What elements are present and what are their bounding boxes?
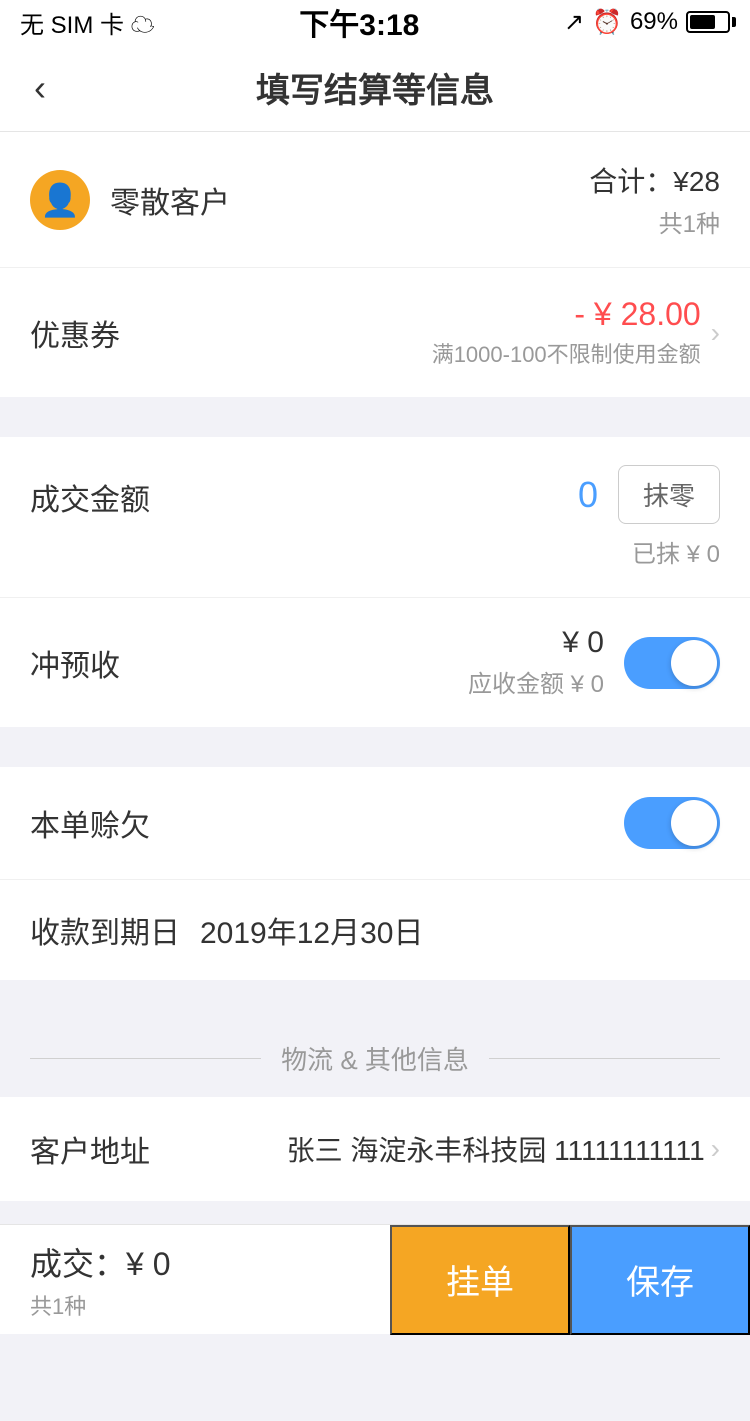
avatar-icon: 👤 [40,181,80,219]
credit-label: 本单赊欠 [30,801,150,845]
address-section: 客户地址 张三 海淀永丰科技园 11111111111 › [0,1097,750,1201]
coupon-right: - ¥ 28.00 满1000-100不限制使用金额 › [432,296,720,369]
due-date-label: 收款到期日 [30,908,180,952]
bottom-summary: 成交：¥ 0 共1种 [0,1239,390,1321]
total-count: 共1种 [589,204,720,239]
amount-label: 成交金额 [30,465,150,519]
address-chevron-icon: › [711,1133,720,1165]
advance-amount: ¥ 0 [468,626,604,660]
credit-toggle[interactable] [624,797,720,849]
advance-info: ¥ 0 应收金额 ¥ 0 [468,626,604,699]
advance-label: 冲预收 [30,641,120,685]
location-icon: ↗ [564,8,584,37]
coupon-label: 优惠券 [30,311,120,355]
status-time: 下午3:18 [299,0,419,44]
coupon-info: - ¥ 28.00 满1000-100不限制使用金额 [432,296,701,369]
advance-toggle[interactable] [624,637,720,689]
already-rounded: 已抹 ¥ 0 [30,534,720,569]
divider-2 [0,747,750,767]
customer-row: 👤 零散客户 合计：¥28 共1种 [0,132,750,267]
status-left: 无 SIM 卡 ☁ [20,5,155,40]
customer-info: 👤 零散客户 [30,170,230,230]
customer-section: 👤 零散客户 合计：¥28 共1种 优惠券 - ¥ 28.00 满1000-10… [0,132,750,397]
bottom-count: 共1种 [30,1289,360,1321]
credit-section: 本单赊欠 收款到期日 2019年12月30日 [0,767,750,980]
page-title: 填写结算等信息 [256,63,494,112]
bottom-transaction: 成交：¥ 0 [30,1239,360,1285]
bottom-transaction-label: 成交： [30,1246,126,1282]
status-bar: 无 SIM 卡 ☁ 下午3:18 ↗ ⏰ 69% [0,0,750,44]
sim-status: 无 SIM 卡 ☁ [20,5,155,40]
address-label: 客户地址 [30,1127,150,1171]
hold-button[interactable]: 挂单 [390,1225,570,1335]
alarm-icon: ⏰ [592,8,622,37]
address-value: 张三 海淀永丰科技园 11111111111 [287,1129,705,1169]
credit-toggle-knob [671,800,717,846]
battery-fill [690,15,715,29]
address-row[interactable]: 客户地址 张三 海淀永丰科技园 11111111111 › [0,1097,750,1201]
bottom-bar: 成交：¥ 0 共1种 挂单 保存 [0,1224,750,1334]
battery-icon [686,11,730,33]
advance-receivable: 应收金额 ¥ 0 [468,664,604,699]
coupon-discount: - ¥ 28.00 [432,296,701,333]
status-right: ↗ ⏰ 69% [564,8,730,37]
advance-payment-row: 冲预收 ¥ 0 应收金额 ¥ 0 [0,597,750,727]
logistics-divider: 物流 & 其他信息 [0,1020,750,1097]
toggle-knob [671,640,717,686]
coupon-description: 满1000-100不限制使用金额 [432,337,701,369]
total-amount: 合计：¥28 [589,160,720,200]
amount-row: 成交金额 0 抹零 [30,465,720,524]
nav-bar: ‹ 填写结算等信息 [0,44,750,132]
credit-row: 本单赊欠 [0,767,750,879]
advance-right: ¥ 0 应收金额 ¥ 0 [468,626,720,699]
customer-name: 零散客户 [110,178,230,222]
chevron-right-icon: › [711,317,720,349]
due-date-value: 2019年12月30日 [200,908,423,952]
divider-1 [0,417,750,437]
avatar: 👤 [30,170,90,230]
round-button[interactable]: 抹零 [618,465,720,524]
bottom-transaction-value: ¥ 0 [126,1246,170,1282]
amount-value: 0 [578,474,598,516]
amount-right: 0 抹零 [578,465,720,524]
amount-section: 成交金额 0 抹零 已抹 ¥ 0 [0,437,750,597]
address-right: 张三 海淀永丰科技园 11111111111 › [257,1129,720,1169]
back-button[interactable]: ‹ [24,57,56,119]
divider-line: 物流 & 其他信息 [30,1040,720,1077]
battery-percent: 69% [630,8,678,36]
due-date-row: 收款到期日 2019年12月30日 [0,879,750,980]
save-button[interactable]: 保存 [570,1225,750,1335]
transaction-section: 成交金额 0 抹零 已抹 ¥ 0 冲预收 ¥ 0 应收金额 ¥ 0 [0,437,750,727]
customer-total: 合计：¥28 共1种 [589,160,720,239]
coupon-row[interactable]: 优惠券 - ¥ 28.00 满1000-100不限制使用金额 › [0,267,750,397]
divider-text: 物流 & 其他信息 [281,1040,469,1077]
divider-3 [0,1000,750,1020]
